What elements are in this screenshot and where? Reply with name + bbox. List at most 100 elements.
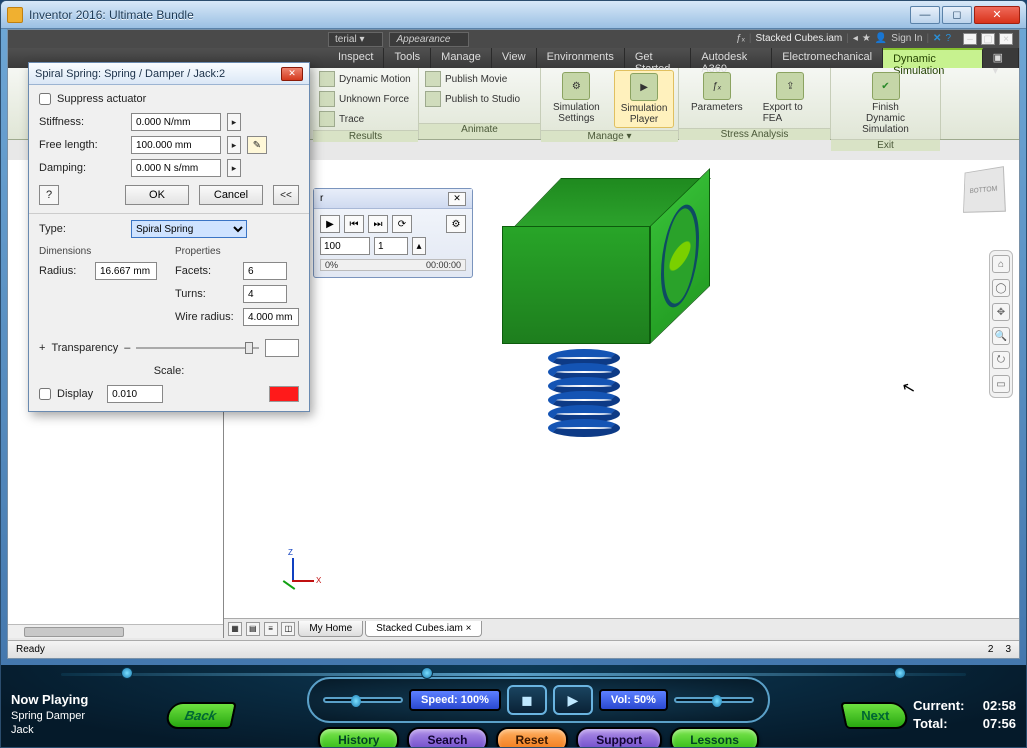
parameters-button[interactable]: ƒₓParameters	[685, 70, 749, 115]
damping-input[interactable]	[131, 159, 221, 177]
reset-button[interactable]: Reset	[496, 727, 569, 748]
tab-electromechanical[interactable]: Electromechanical	[772, 48, 883, 68]
sim-play-button[interactable]: ▶	[320, 215, 340, 233]
favorite-icon[interactable]: ★	[862, 33, 871, 45]
transparency-input[interactable]	[265, 339, 299, 357]
sim-step-up[interactable]: ▴	[412, 237, 426, 255]
window-maximize-button[interactable]: ◻	[942, 6, 972, 24]
exchange-icon[interactable]: ✕	[933, 33, 941, 45]
window-close-button[interactable]: ✕	[974, 6, 1020, 24]
tab-environments[interactable]: Environments	[537, 48, 625, 68]
dialog-close-button[interactable]: ✕	[281, 67, 303, 81]
tab-tools[interactable]: Tools	[384, 48, 431, 68]
scale-input[interactable]	[107, 385, 163, 403]
radius-input[interactable]	[95, 262, 157, 280]
search-button[interactable]: Search	[407, 727, 487, 748]
sim-settings-button[interactable]: ⚙	[446, 215, 466, 233]
publish-studio-button[interactable]: Publish to Studio	[425, 90, 520, 108]
tab-a360[interactable]: Autodesk A360	[691, 48, 772, 68]
sim-loop-button[interactable]: ⟳	[392, 215, 412, 233]
sim-stop-button[interactable]: ⏮	[344, 215, 364, 233]
collapse-button[interactable]: <<	[273, 185, 299, 205]
export-fea-button[interactable]: ⇪Export to FEA	[757, 70, 824, 126]
display-checkbox[interactable]	[39, 388, 51, 400]
wire-radius-input[interactable]	[243, 308, 299, 326]
tab-dynamic-simulation[interactable]: Dynamic Simulation	[883, 48, 983, 68]
type-select[interactable]: Spiral Spring	[131, 220, 247, 238]
lessons-button[interactable]: Lessons	[670, 727, 759, 748]
turns-input[interactable]	[243, 285, 287, 303]
lesson-timeline[interactable]	[61, 673, 966, 676]
tab-manage[interactable]: Manage	[431, 48, 492, 68]
publish-movie-button[interactable]: Publish Movie	[425, 70, 507, 88]
lookat-icon[interactable]: ▭	[992, 375, 1010, 393]
history-button[interactable]: History	[318, 727, 399, 748]
free-length-flyout[interactable]: ▸	[227, 136, 241, 154]
speed-slider[interactable]	[323, 697, 403, 703]
unknown-force-button[interactable]: Unknown Force	[319, 90, 409, 108]
mdi-minimize-button[interactable]: –	[963, 33, 977, 45]
window-minimize-button[interactable]: —	[910, 6, 940, 24]
timeline-marker[interactable]	[121, 667, 133, 679]
simulation-player-button[interactable]: ▶Simulation Player	[614, 70, 675, 128]
damping-flyout[interactable]: ▸	[227, 159, 241, 177]
page-2[interactable]: 2	[988, 644, 994, 655]
panel-manage[interactable]: Manage ▾	[541, 130, 678, 142]
volume-slider[interactable]	[674, 697, 754, 703]
tab-view[interactable]: View	[492, 48, 537, 68]
tab-overflow[interactable]: ▣ ▾	[983, 48, 1019, 68]
wheel-icon[interactable]: ◯	[992, 279, 1010, 297]
ok-button[interactable]: OK	[125, 185, 189, 205]
orbit-icon[interactable]: ⭮	[992, 351, 1010, 369]
fx-icon[interactable]: ƒₓ	[736, 33, 745, 45]
facets-input[interactable]	[243, 262, 287, 280]
pan-icon[interactable]: ✥	[992, 303, 1010, 321]
signin-icon[interactable]: 👤	[875, 33, 887, 45]
spiral-spring-dialog[interactable]: Spiral Spring: Spring / Damper / Jack:2 …	[28, 62, 310, 412]
sim-step-input[interactable]	[374, 237, 408, 255]
tab-inspect[interactable]: Inspect	[328, 48, 384, 68]
zoom-icon[interactable]: 🔍	[992, 327, 1010, 345]
simulation-player-panel[interactable]: r✕ ▶ ⏮ ⏭ ⟳ ⚙ ▴ 0% 00:00:00	[313, 188, 473, 278]
simulation-settings-button[interactable]: ⚙Simulation Settings	[547, 70, 606, 126]
transparency-slider[interactable]	[136, 347, 259, 349]
lesson-back-button[interactable]: Back	[164, 702, 237, 729]
dialog-help-button[interactable]: ?	[39, 185, 59, 205]
trace-button[interactable]: Trace	[319, 110, 364, 128]
view-list-icon[interactable]: ≡	[264, 622, 278, 636]
lesson-next-button[interactable]: Next	[840, 702, 910, 729]
signin-text[interactable]: Sign In	[891, 33, 922, 45]
page-3[interactable]: 3	[1005, 644, 1011, 655]
window-titlebar[interactable]: Inventor 2016: Ultimate Bundle — ◻ ✕	[1, 1, 1026, 29]
doc-tab-stacked-cubes[interactable]: Stacked Cubes.iam ×	[365, 621, 482, 637]
dynamic-motion-button[interactable]: Dynamic Motion	[319, 70, 411, 88]
sim-step-button[interactable]: ⏭	[368, 215, 388, 233]
quick-access-toolbar[interactable]: terial ▾ Appearance ƒₓ | Stacked Cubes.i…	[8, 30, 1019, 48]
sim-player-close-button[interactable]: ✕	[448, 192, 466, 206]
edit-graph-button[interactable]: ✎	[247, 136, 267, 154]
mdi-close-button[interactable]: ×	[999, 33, 1013, 45]
suppress-actuator-checkbox[interactable]	[39, 93, 51, 105]
color-swatch[interactable]	[269, 386, 299, 402]
lesson-play-button[interactable]: ▶	[553, 685, 593, 715]
view-split-icon[interactable]: ◫	[281, 622, 295, 636]
free-length-input[interactable]	[131, 136, 221, 154]
doc-tab-home[interactable]: My Home	[298, 621, 363, 637]
stiffness-flyout[interactable]: ▸	[227, 113, 241, 131]
appearance-dropdown[interactable]: Appearance	[389, 32, 469, 47]
cancel-button[interactable]: Cancel	[199, 185, 263, 205]
mdi-restore-button[interactable]: ▢	[981, 33, 995, 45]
finish-button[interactable]: ✔Finish Dynamic Simulation	[837, 70, 934, 137]
help-icon[interactable]: ?	[945, 33, 951, 45]
support-button[interactable]: Support	[576, 727, 662, 748]
stiffness-input[interactable]	[131, 113, 221, 131]
browser-scrollbar[interactable]	[8, 624, 223, 638]
viewcube[interactable]: BOTTOM	[963, 166, 1006, 213]
home-icon[interactable]: ⌂	[992, 255, 1010, 273]
timeline-end-marker[interactable]	[894, 667, 906, 679]
lesson-pause-button[interactable]: ◼	[507, 685, 547, 715]
view-cascade-icon[interactable]: ▤	[246, 622, 260, 636]
view-tile-icon[interactable]: ▦	[228, 622, 242, 636]
sim-frames-input[interactable]	[320, 237, 370, 255]
nav-prev-icon[interactable]: ◂	[853, 33, 858, 45]
